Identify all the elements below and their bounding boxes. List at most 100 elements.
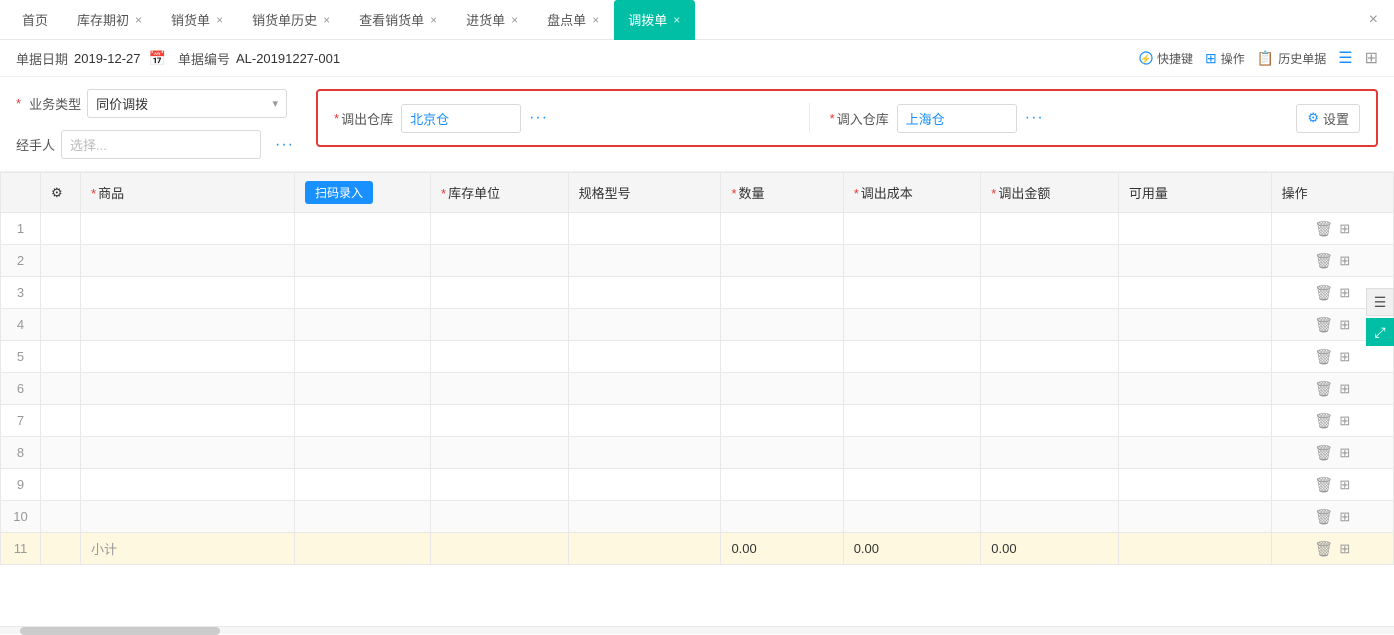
shortcut-icon: ⚡ (1139, 51, 1153, 65)
delete-icon[interactable]: 🗑 (1314, 476, 1333, 494)
row-product[interactable] (81, 245, 295, 277)
col-available-header: 可用量 (1118, 173, 1271, 213)
copy-icon[interactable]: ⊞ (1339, 285, 1350, 301)
row-product[interactable] (81, 469, 295, 501)
row-product[interactable] (81, 309, 295, 341)
tab-close-inventory-init[interactable]: × (135, 14, 142, 26)
calendar-icon[interactable]: 📅 (149, 50, 166, 67)
row-no: 6 (1, 373, 41, 405)
copy-icon[interactable]: ⊞ (1339, 477, 1350, 493)
tab-home[interactable]: 首页 (8, 0, 63, 40)
tab-purchase-order[interactable]: 进货单 × (452, 0, 533, 40)
row-spec (568, 501, 721, 533)
col-unit-header: *库存单位 (431, 173, 569, 213)
row-amount (981, 245, 1119, 277)
history-btn[interactable]: 📋 历史单据 (1257, 50, 1326, 67)
layout-list-btn[interactable]: ☰ (1338, 48, 1352, 68)
row-available (1118, 501, 1271, 533)
row-available (1118, 213, 1271, 245)
row-product[interactable] (81, 501, 295, 533)
row-no: 4 (1, 309, 41, 341)
tab-close-sales-order[interactable]: × (216, 14, 223, 26)
target-warehouse-input[interactable]: 上海仓 (897, 104, 1017, 133)
row-unit (431, 373, 569, 405)
delete-icon[interactable]: 🗑 (1314, 220, 1333, 238)
tab-inventory-check[interactable]: 盘点单 × (533, 0, 614, 40)
tab-view-sales[interactable]: 查看销货单 × (345, 0, 452, 40)
copy-icon[interactable]: ⊞ (1339, 445, 1350, 461)
copy-icon[interactable]: ⊞ (1339, 541, 1350, 557)
copy-icon[interactable]: ⊞ (1339, 317, 1350, 333)
col-settings-header[interactable]: ⚙ (41, 173, 81, 213)
horizontal-scrollbar[interactable] (0, 626, 1394, 634)
row-no: 1 (1, 213, 41, 245)
row-product[interactable] (81, 213, 295, 245)
row-product[interactable] (81, 277, 295, 309)
delete-icon[interactable]: 🗑 (1314, 348, 1333, 366)
handler-input[interactable]: 选择... (61, 130, 261, 159)
settings-button[interactable]: ⚙ 设置 (1296, 104, 1360, 133)
chevron-down-icon: ▾ (273, 97, 279, 110)
delete-icon[interactable]: 🗑 (1314, 508, 1333, 526)
row-qty (721, 405, 843, 437)
delete-icon[interactable]: 🗑 (1314, 380, 1333, 398)
copy-icon[interactable]: ⊞ (1339, 221, 1350, 237)
side-list-btn[interactable]: ☰ (1366, 288, 1394, 316)
copy-icon[interactable]: ⊞ (1339, 349, 1350, 365)
gear-col-icon[interactable]: ⚙ (51, 185, 63, 200)
side-expand-btn[interactable]: ⤢ (1366, 318, 1394, 346)
table-wrapper: ⚙ *商品 扫码录入 *库存单位 规格型号 *数量 (0, 172, 1394, 626)
table-body: 1 🗑 ⊞ 2 (1, 213, 1394, 565)
warehouse-section: * 调出仓库 北京仓 ··· * 调入仓库 上海仓 ··· ⚙ 设置 (316, 89, 1378, 147)
col-product-header: *商品 (81, 173, 295, 213)
subtotal-scan (294, 533, 430, 565)
handler-label: 经手人 (16, 135, 55, 154)
tab-close-purchase-order[interactable]: × (511, 14, 518, 26)
tab-transfer-order[interactable]: 调拨单 × (614, 0, 695, 40)
delete-icon[interactable]: 🗑 (1314, 252, 1333, 270)
target-warehouse-more-btn[interactable]: ··· (1025, 109, 1044, 127)
copy-icon[interactable]: ⊞ (1339, 509, 1350, 525)
doc-date-value[interactable]: 2019-12-27 (74, 51, 141, 66)
subtotal-label: 小计 (81, 533, 295, 565)
biz-type-select[interactable]: 同价调拨 ▾ (87, 89, 287, 118)
layout-grid-btn[interactable]: ⊞ (1365, 48, 1378, 68)
copy-icon[interactable]: ⊞ (1339, 413, 1350, 429)
tab-sales-order[interactable]: 销货单 × (157, 0, 238, 40)
scan-btn[interactable]: 扫码录入 (305, 181, 373, 204)
row-no: 11 (1, 533, 41, 565)
tab-sales-history[interactable]: 销货单历史 × (238, 0, 345, 40)
copy-icon[interactable]: ⊞ (1339, 253, 1350, 269)
row-spec (568, 245, 721, 277)
handler-more-btn[interactable]: ··· (275, 136, 294, 154)
subtotal-spec (568, 533, 721, 565)
close-all-tabs[interactable]: × (1361, 11, 1386, 29)
tab-close-transfer-order[interactable]: × (673, 14, 680, 26)
delete-icon[interactable]: 🗑 (1314, 284, 1333, 302)
row-product[interactable] (81, 405, 295, 437)
delete-icon[interactable]: 🗑 (1314, 540, 1333, 558)
source-warehouse-input[interactable]: 北京仓 (401, 104, 521, 133)
row-spec (568, 405, 721, 437)
tab-close-inventory-check[interactable]: × (592, 14, 599, 26)
col-cost-header: *调出成本 (843, 173, 981, 213)
row-product[interactable] (81, 437, 295, 469)
copy-icon[interactable]: ⊞ (1339, 381, 1350, 397)
delete-icon[interactable]: 🗑 (1314, 316, 1333, 334)
row-settings-cell (41, 341, 81, 373)
tab-close-sales-history[interactable]: × (323, 14, 330, 26)
row-available (1118, 405, 1271, 437)
row-product[interactable] (81, 373, 295, 405)
operations-btn[interactable]: ⊞ 操作 (1205, 50, 1245, 67)
table-row: 9 🗑 ⊞ (1, 469, 1394, 501)
delete-icon[interactable]: 🗑 (1314, 444, 1333, 462)
source-warehouse-more-btn[interactable]: ··· (529, 109, 548, 127)
row-product[interactable] (81, 341, 295, 373)
subtotal-available (1118, 533, 1271, 565)
tab-close-view-sales[interactable]: × (430, 14, 437, 26)
toolbar: 单据日期 2019-12-27 📅 单据编号 AL-20191227-001 ⚡… (0, 40, 1394, 77)
tab-inventory-init[interactable]: 库存期初 × (63, 0, 157, 40)
shortcut-btn[interactable]: ⚡ 快捷键 (1139, 50, 1193, 67)
delete-icon[interactable]: 🗑 (1314, 412, 1333, 430)
row-qty (721, 341, 843, 373)
